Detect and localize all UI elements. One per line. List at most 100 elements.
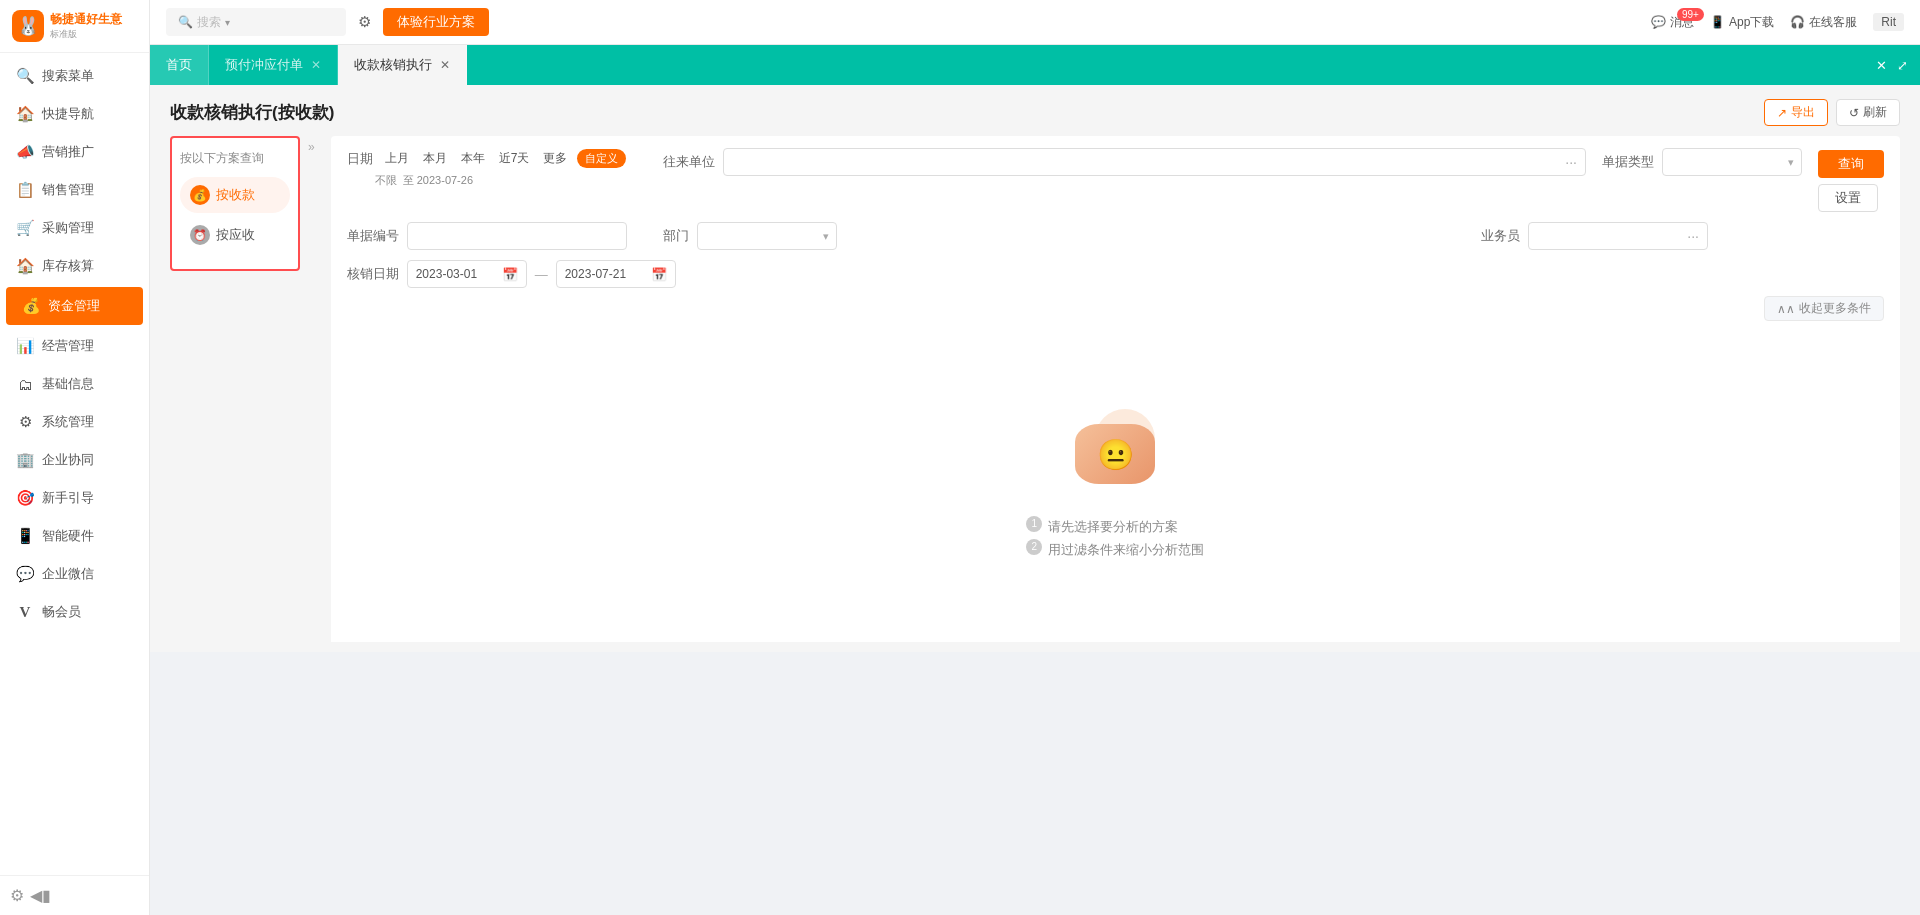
basic-nav-icon: 🗂	[16, 376, 34, 393]
collapse-up-icon: ∧∧	[1777, 302, 1795, 316]
calendar-start-icon[interactable]: 📅	[502, 267, 518, 282]
verify-date-label: 核销日期	[347, 265, 399, 283]
guide-nav-icon: 🎯	[16, 489, 34, 507]
sidebar-item-sales[interactable]: 📋 销售管理	[0, 171, 149, 209]
message-badge: 99+	[1677, 8, 1704, 21]
date-tab-last-month[interactable]: 上月	[381, 148, 413, 169]
sidebar-item-system[interactable]: ⚙ 系统管理	[0, 403, 149, 441]
date-range-dash: —	[535, 267, 548, 282]
wechat-nav-icon: 💬	[16, 565, 34, 583]
doc-type-select[interactable]	[1662, 148, 1802, 176]
date-tab-7days[interactable]: 近7天	[495, 148, 534, 169]
tab-close-prepay[interactable]: ✕	[311, 58, 321, 72]
enterprise-nav-icon: 🏢	[16, 451, 34, 469]
member-nav-icon: V	[16, 604, 34, 621]
main-area: 🔍 搜索 ▾ ⚙ 体验行业方案 💬 消息 99+ 📱 App下载 🎧 在线客服 …	[150, 0, 1920, 915]
date-to-text: 至 2023-07-26	[403, 173, 473, 188]
filter-option-receivable[interactable]: ⏰ 按应收	[180, 217, 290, 253]
counterpart-input[interactable]	[732, 155, 1566, 169]
topbar-gear-icon[interactable]: ⚙	[358, 13, 371, 31]
date-tab-this-year[interactable]: 本年	[457, 148, 489, 169]
dept-select[interactable]	[697, 222, 837, 250]
date-tab-this-month[interactable]: 本月	[419, 148, 451, 169]
dept-select-wrap	[697, 222, 837, 250]
collapse-more-btn[interactable]: ∧∧ 收起更多条件	[1764, 296, 1884, 321]
sidebar-item-wechat[interactable]: 💬 企业微信	[0, 555, 149, 593]
industry-btn[interactable]: 体验行业方案	[383, 8, 489, 36]
refresh-button[interactable]: ↺ 刷新	[1836, 99, 1900, 126]
search-placeholder-text: 🔍	[178, 15, 193, 29]
topbar-search[interactable]: 🔍 搜索 ▾	[166, 8, 346, 36]
settings-button[interactable]: 设置	[1818, 184, 1878, 212]
logo-icon: 🐰	[12, 10, 44, 42]
counterpart-more-icon[interactable]: ···	[1565, 154, 1577, 170]
hardware-nav-icon: 📱	[16, 527, 34, 545]
tab-fullscreen-icon[interactable]: ⤢	[1897, 58, 1908, 73]
sidebar-item-member[interactable]: V 畅会员	[0, 593, 149, 631]
filter-panel-collapse[interactable]: »	[304, 136, 319, 158]
doc-type-select-wrap	[1662, 148, 1802, 176]
export-button[interactable]: ↗ 导出	[1764, 99, 1828, 126]
topbar-app-download[interactable]: 📱 App下载	[1710, 14, 1774, 31]
sidebar-bottom: ⚙ ◀▮	[0, 875, 149, 915]
tab-collect[interactable]: 收款核销执行 ✕	[338, 45, 467, 85]
counterpart-label: 往来单位	[663, 153, 715, 171]
date-nolimit-text: 不限	[375, 173, 397, 188]
sidebar-item-finance[interactable]: 💰 资金管理	[6, 287, 143, 325]
export-icon: ↗	[1777, 106, 1787, 120]
quick-nav-icon: 🏠	[16, 105, 34, 123]
page-header: 收款核销执行(按收款) ↗ 导出 ↺ 刷新	[150, 85, 1920, 136]
date-label: 日期	[347, 150, 373, 168]
doc-num-input[interactable]	[407, 222, 627, 250]
verify-date-start[interactable]: 2023-03-01 📅	[407, 260, 527, 288]
search-text: 搜索	[197, 14, 221, 31]
search-dropdown-icon[interactable]: ▾	[225, 17, 230, 28]
topbar-service[interactable]: 🎧 在线客服	[1790, 14, 1857, 31]
sidebar-item-basic[interactable]: 🗂 基础信息	[0, 365, 149, 403]
sidebar: 🐰 畅捷通好生意 标准版 🔍 搜索菜单 🏠 快捷导航 📣 营销推广 📋 销售管理…	[0, 0, 150, 915]
tab-close-all-icon[interactable]: ✕	[1876, 58, 1887, 73]
purchase-nav-icon: 🛒	[16, 219, 34, 237]
empty-face-icon: 😐	[1097, 437, 1134, 472]
empty-illustration: 😐	[1065, 409, 1165, 499]
empty-tip-1: 1 请先选择要分析的方案	[1026, 515, 1204, 538]
tabbar: 首页 预付冲应付单 ✕ 收款核销执行 ✕ ✕ ⤢	[150, 45, 1920, 85]
topbar-user[interactable]: Rit	[1873, 13, 1904, 31]
staff-input[interactable]	[1537, 229, 1687, 243]
date-tab-more[interactable]: 更多	[539, 148, 571, 169]
marketing-nav-icon: 📣	[16, 143, 34, 161]
topbar-message[interactable]: 💬 消息 99+	[1651, 14, 1694, 31]
verify-date-end[interactable]: 2023-07-21 📅	[556, 260, 676, 288]
settings-bottom-icon[interactable]: ⚙	[10, 886, 24, 905]
receipt-option-icon: 💰	[190, 185, 210, 205]
sidebar-item-quick[interactable]: 🏠 快捷导航	[0, 95, 149, 133]
sidebar-item-operation[interactable]: 📊 经营管理	[0, 327, 149, 365]
refresh-icon: ↺	[1849, 106, 1859, 120]
sidebar-item-enterprise[interactable]: 🏢 企业协同	[0, 441, 149, 479]
filter-area: 按以下方案查询 💰 按收款 ⏰ 按应收 »	[150, 136, 1920, 652]
collapse-sidebar-icon[interactable]: ◀▮	[30, 886, 51, 905]
sidebar-item-marketing[interactable]: 📣 营销推广	[0, 133, 149, 171]
doc-num-label: 单据编号	[347, 227, 399, 245]
staff-label: 业务员	[1481, 227, 1520, 245]
verify-date-range: 2023-03-01 📅 — 2023-07-21 📅	[407, 260, 676, 288]
tab-home[interactable]: 首页	[150, 45, 209, 85]
tab-close-collect[interactable]: ✕	[440, 58, 450, 72]
system-nav-icon: ⚙	[16, 413, 34, 431]
sidebar-item-guide[interactable]: 🎯 新手引导	[0, 479, 149, 517]
date-tab-custom[interactable]: 自定义	[577, 149, 626, 168]
filter-panel-title: 按以下方案查询	[180, 150, 290, 167]
calendar-end-icon[interactable]: 📅	[651, 267, 667, 282]
filter-left-panel: 按以下方案查询 💰 按收款 ⏰ 按应收	[170, 136, 300, 271]
sidebar-item-search[interactable]: 🔍 搜索菜单	[0, 57, 149, 95]
app-logo: 🐰 畅捷通好生意 标准版	[0, 0, 149, 53]
staff-more-icon[interactable]: ···	[1687, 228, 1699, 244]
sidebar-item-purchase[interactable]: 🛒 采购管理	[0, 209, 149, 247]
finance-nav-icon: 💰	[22, 297, 40, 315]
filter-option-receipt[interactable]: 💰 按收款	[180, 177, 290, 213]
query-button[interactable]: 查询	[1818, 150, 1884, 178]
sidebar-item-inventory[interactable]: 🏠 库存核算	[0, 247, 149, 285]
tab-prepay[interactable]: 预付冲应付单 ✕	[209, 45, 338, 85]
sidebar-item-hardware[interactable]: 📱 智能硬件	[0, 517, 149, 555]
tabbar-controls: ✕ ⤢	[1864, 45, 1920, 85]
